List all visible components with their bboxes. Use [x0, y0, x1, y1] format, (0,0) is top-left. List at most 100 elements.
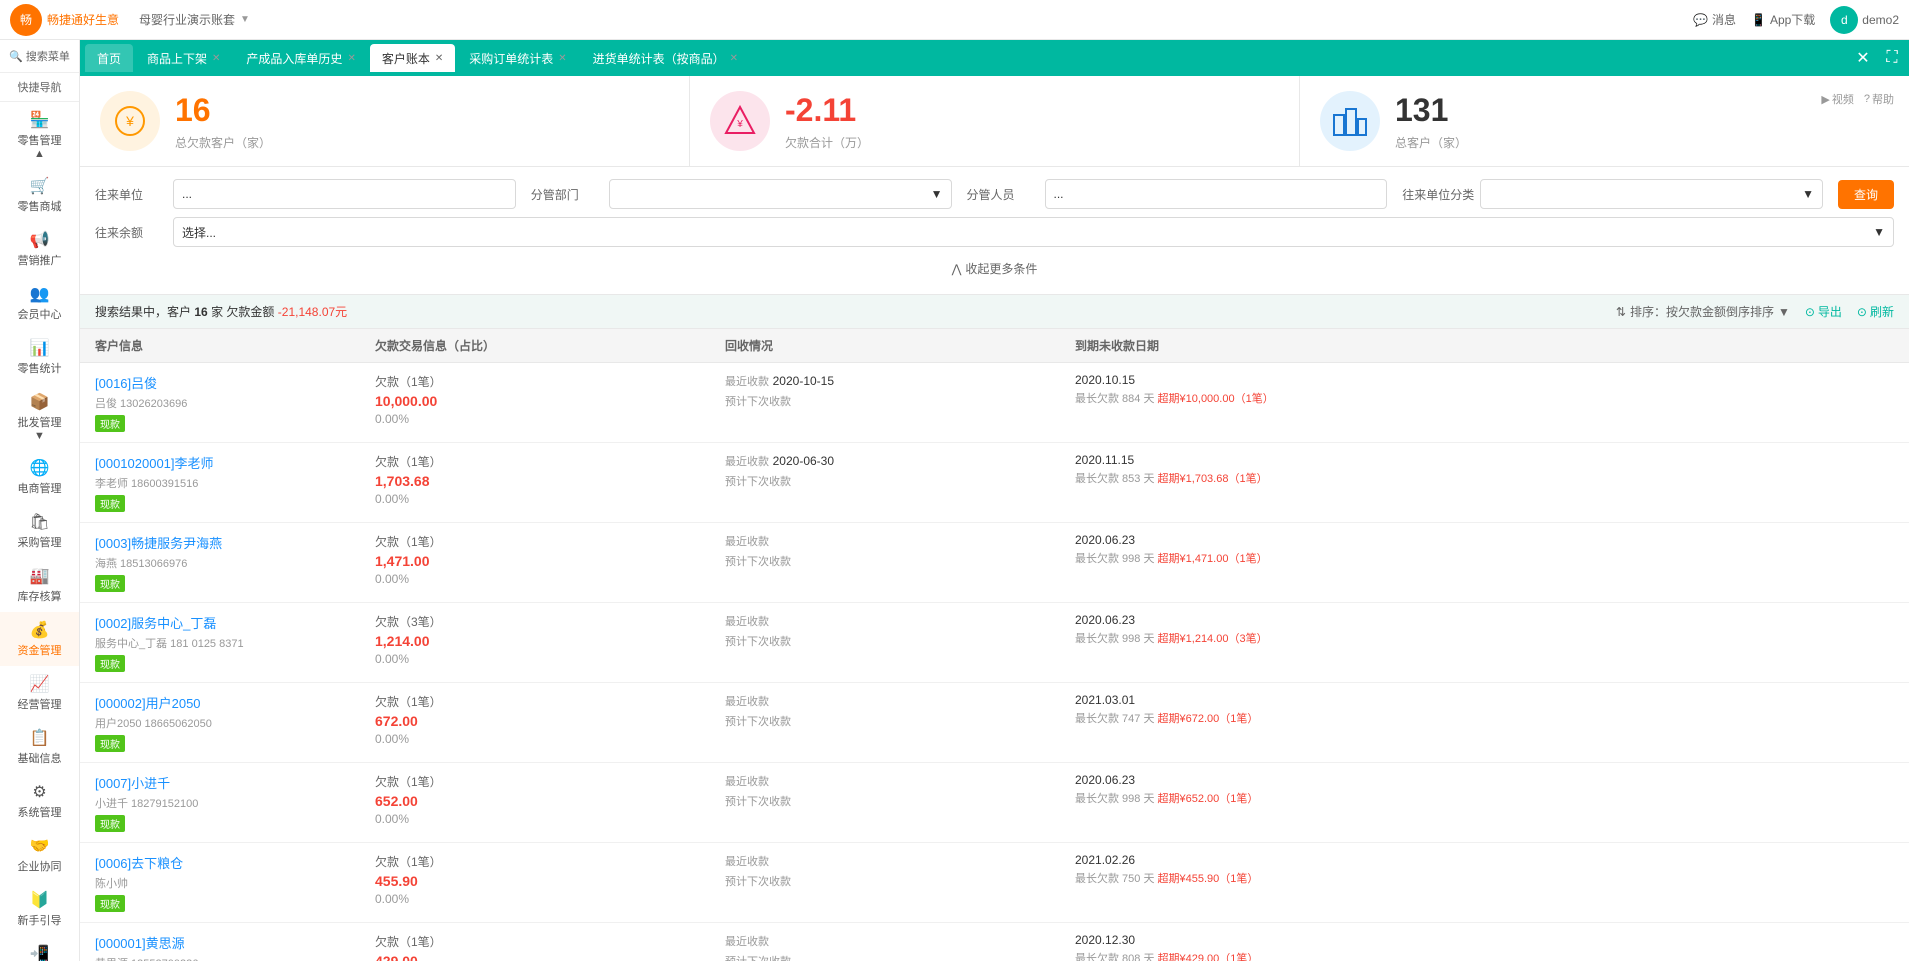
summary-card-total-customers: 131 总客户（家） ▶ 视频 ? 帮助	[1300, 76, 1909, 166]
overdue-link-5[interactable]: 超期¥652.00（1笔）	[1158, 793, 1259, 805]
sidebar-item-ops-mgmt[interactable]: 📈 经营管理	[0, 666, 79, 720]
refresh-btn[interactable]: ⊙ 刷新	[1857, 303, 1894, 320]
sidebar-item-newbie[interactable]: 🔰 新手引导	[0, 882, 79, 936]
client-name-1[interactable]: [0001020001]李老师	[95, 453, 375, 472]
export-btn[interactable]: ⊙ 导出	[1805, 303, 1842, 320]
enterprise-collab-label: 企业协同	[18, 858, 62, 874]
client-name-3[interactable]: [0002]服务中心_丁磊	[95, 613, 375, 632]
debt-info-6: 欠款（1笔） 455.90 0.00%	[375, 853, 725, 912]
table-row: [0003]畅捷服务尹海燕 海燕 18513066976 现款 欠款（1笔） 1…	[80, 523, 1909, 603]
sidebar-item-enterprise-collab[interactable]: 🤝 企业协同	[0, 828, 79, 882]
sidebar-item-finance[interactable]: 💰 资金管理	[0, 612, 79, 666]
client-name-4[interactable]: [000002]用户2050	[95, 693, 375, 712]
overdue-link-7[interactable]: 超期¥429.00（1笔）	[1158, 953, 1259, 961]
person-input[interactable]: ...	[1045, 179, 1388, 209]
sidebar-item-system-mgmt[interactable]: ⚙ 系统管理	[0, 774, 79, 828]
tab-purchase-order-stat-close[interactable]: ✕	[558, 53, 566, 64]
sidebar-search[interactable]: 🔍 搜索菜单	[0, 40, 79, 73]
tab-production-history-close[interactable]: ✕	[347, 53, 355, 64]
next-payment-7: 预计下次收款	[725, 953, 1075, 961]
tab-customer-account-close[interactable]: ✕	[435, 53, 443, 64]
due-date-2: 2020.06.23	[1075, 533, 1894, 547]
debt-amount-3[interactable]: 1,214.00	[375, 633, 725, 649]
tab-goods-offshelf-close[interactable]: ✕	[212, 53, 220, 64]
sidebar-item-member-center[interactable]: 👥 会员中心	[0, 276, 79, 330]
sidebar-item-basic-info[interactable]: 📋 基础信息	[0, 720, 79, 774]
tab-customer-account[interactable]: 客户账本 ✕	[370, 44, 455, 72]
tab-production-history[interactable]: 产成品入库单历史 ✕	[234, 44, 367, 72]
filter-area: 往来单位 ... 分管部门 ▼	[80, 167, 1909, 295]
overdue-link-3[interactable]: 超期¥1,214.00（3笔）	[1158, 633, 1268, 645]
debt-amount-2[interactable]: 1,471.00	[375, 553, 725, 569]
client-info-6: [0006]去下粮仓 陈小帅 现款	[95, 853, 375, 912]
tab-bar: 首页 商品上下架 ✕ 产成品入库单历史 ✕ 客户账本 ✕ 采购订单统计表 ✕	[80, 40, 1909, 76]
debt-amount-7[interactable]: 429.00	[375, 953, 725, 961]
overdue-link-0[interactable]: 超期¥10,000.00（1笔）	[1158, 393, 1274, 405]
debt-customers-label: 总欠款客户（家）	[175, 134, 271, 151]
sidebar-item-ecommerce[interactable]: 🌐 电商管理	[0, 450, 79, 504]
client-name-0[interactable]: [0016]吕俊	[95, 373, 375, 392]
tab-home[interactable]: 首页	[85, 44, 133, 72]
video-btn[interactable]: ▶ 视频	[1821, 91, 1853, 107]
content-area: 首页 商品上下架 ✕ 产成品入库单历史 ✕ 客户账本 ✕ 采购订单统计表 ✕	[80, 40, 1909, 961]
sidebar-item-batch-mgmt[interactable]: 📦 批发管理 ▼	[0, 384, 79, 450]
source-unit-input[interactable]: ...	[173, 179, 516, 209]
overdue-link-2[interactable]: 超期¥1,471.00（1笔）	[1158, 553, 1268, 565]
overdue-link-4[interactable]: 超期¥672.00（1笔）	[1158, 713, 1259, 725]
tab-goods-offshelf[interactable]: 商品上下架 ✕	[135, 44, 232, 72]
help-label: 帮助	[1872, 91, 1894, 107]
tab-purchase-order-stat[interactable]: 采购订单统计表 ✕	[457, 44, 578, 72]
client-info-3: [0002]服务中心_丁磊 服务中心_丁磊 181 0125 8371 现款	[95, 613, 375, 672]
filter-person: 分管人员 ...	[967, 179, 1388, 209]
filter-unit-classify: 往来单位分类 ▼	[1402, 179, 1823, 209]
company-selector[interactable]: 母婴行业演示账套 ▼	[139, 11, 250, 28]
date-info-3: 2020.06.23 最长欠款 998 天 超期¥1,214.00（3笔）	[1075, 613, 1894, 672]
tab-purchase-stat-by-goods[interactable]: 进货单统计表（按商品） ✕	[581, 44, 750, 72]
unit-classify-input[interactable]: ▼	[1480, 179, 1823, 209]
col-header-client: 客户信息	[95, 337, 375, 354]
tab-production-history-label: 产成品入库单历史	[246, 50, 342, 67]
debt-amount-4[interactable]: 672.00	[375, 713, 725, 729]
sidebar-item-retail-mall[interactable]: 🛒 零售商城	[0, 168, 79, 222]
client-name-7[interactable]: [000001]黄思源	[95, 933, 375, 952]
sidebar-item-retail-stat[interactable]: 📊 零售统计	[0, 330, 79, 384]
purchase-mgmt-icon: 🛍	[29, 512, 49, 532]
tab-purchase-stat-by-goods-close[interactable]: ✕	[730, 53, 738, 64]
message-btn[interactable]: 💬 消息	[1693, 11, 1736, 28]
client-name-6[interactable]: [0006]去下粮仓	[95, 853, 375, 872]
search-button[interactable]: 查询	[1838, 180, 1894, 209]
client-phone-2: 海燕 18513066976	[95, 555, 375, 571]
marketing-label: 营销推广	[18, 252, 62, 268]
sidebar-item-retail-mgmt[interactable]: 🏪 零售管理 ▲	[0, 102, 79, 168]
debt-amount-0[interactable]: 10,000.00	[375, 393, 725, 409]
app-download-btn[interactable]: 📱 App下载	[1751, 11, 1815, 28]
enterprise-collab-icon: 🤝	[30, 836, 50, 856]
sidebar-item-app-center[interactable]: 📲 应用中心	[0, 936, 79, 961]
sort-select[interactable]: ⇅ 排序：按欠款金额倒序排序 ▼	[1616, 303, 1790, 320]
balance-input[interactable]: 选择... ▼	[173, 217, 1894, 247]
collapse-bar[interactable]: ⋀ 收起更多条件	[95, 255, 1894, 282]
sidebar-quick-nav[interactable]: 快捷导航	[0, 73, 79, 102]
tab-expand-btn[interactable]: ⛶	[1880, 46, 1904, 70]
client-name-5[interactable]: [0007]小进千	[95, 773, 375, 792]
debt-amount-1[interactable]: 1,703.68	[375, 473, 725, 489]
debt-amount-5[interactable]: 652.00	[375, 793, 725, 809]
recovery-info-0: 最近收款 2020-10-15 预计下次收款	[725, 373, 1075, 432]
user-avatar[interactable]: d demo2	[1830, 6, 1899, 34]
overdue-link-6[interactable]: 超期¥455.90（1笔）	[1158, 873, 1259, 885]
next-payment-3: 预计下次收款	[725, 633, 1075, 649]
app-center-icon: 📲	[30, 944, 50, 961]
overdue-link-1[interactable]: 超期¥1,703.68（1笔）	[1158, 473, 1268, 485]
due-date-3: 2020.06.23	[1075, 613, 1894, 627]
debt-amount-6[interactable]: 455.90	[375, 873, 725, 889]
tab-customer-account-label: 客户账本	[382, 50, 430, 67]
sidebar-item-inventory[interactable]: 🏭 库存核算	[0, 558, 79, 612]
tab-close-all-btn[interactable]: ✕	[1851, 46, 1875, 70]
dept-input[interactable]: ▼	[609, 179, 952, 209]
svg-text:¥: ¥	[125, 113, 134, 129]
sidebar-item-purchase-mgmt[interactable]: 🛍 采购管理	[0, 504, 79, 558]
retail-stat-icon: 📊	[30, 338, 50, 358]
help-btn[interactable]: ? 帮助	[1864, 91, 1894, 107]
client-name-2[interactable]: [0003]畅捷服务尹海燕	[95, 533, 375, 552]
sidebar-item-marketing[interactable]: 📢 营销推广	[0, 222, 79, 276]
